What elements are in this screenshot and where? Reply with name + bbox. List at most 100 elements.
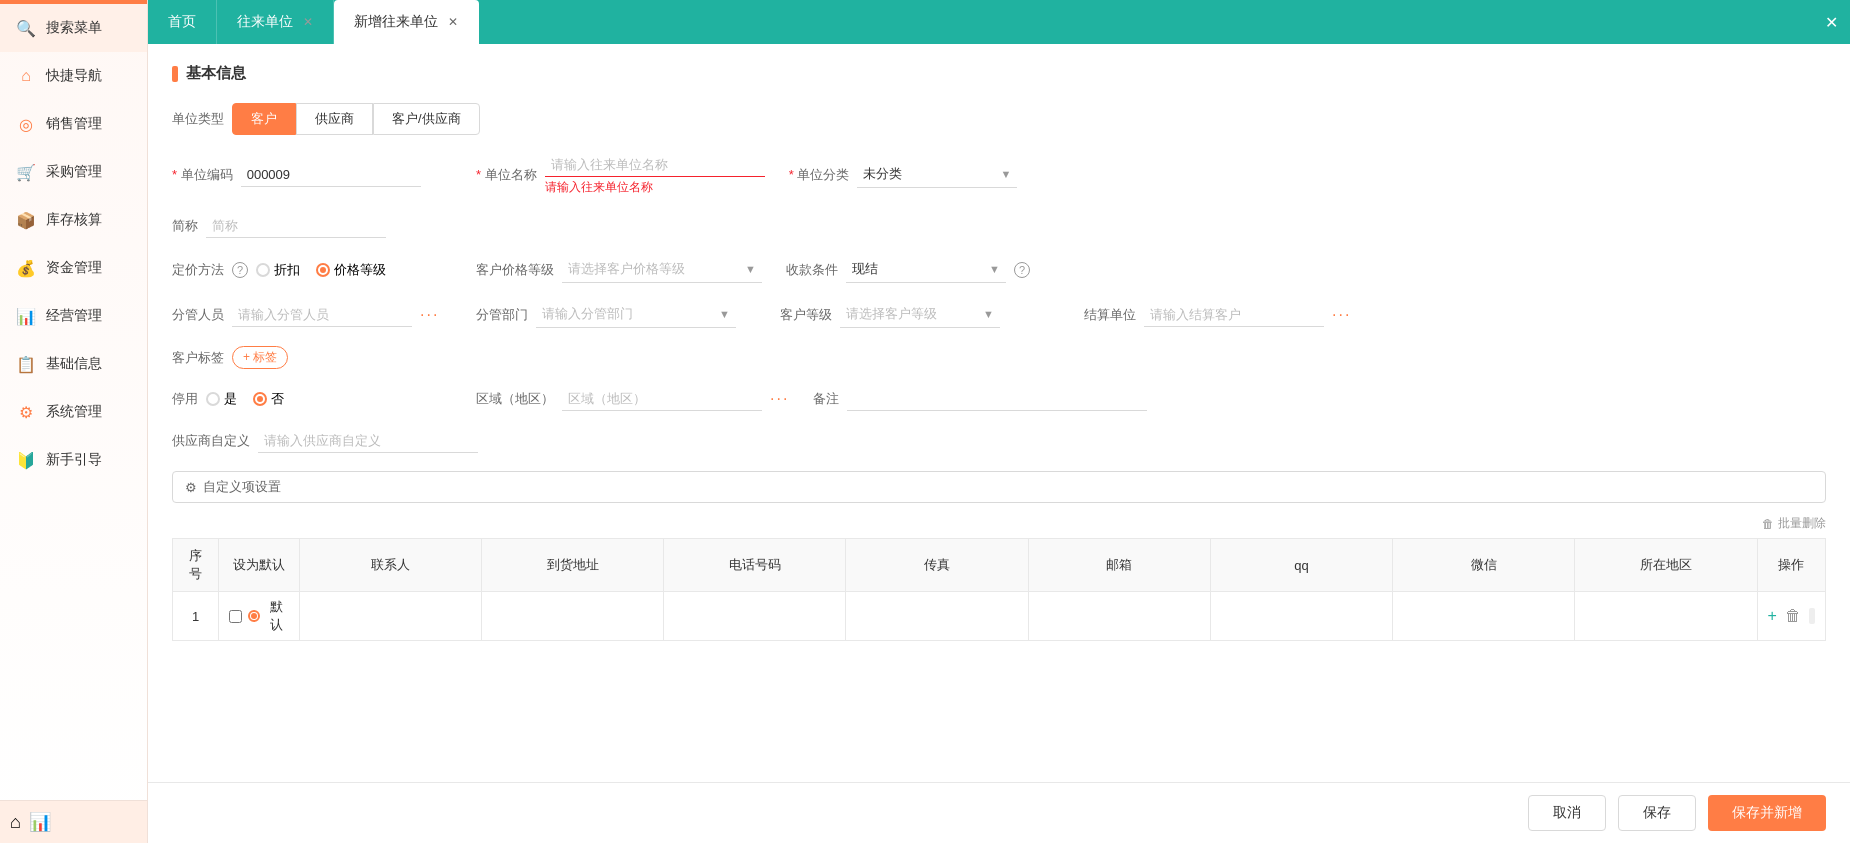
disabled-yes-radio[interactable]: 是 — [206, 390, 237, 408]
table-row: 1 默认 — [173, 592, 1826, 641]
disabled-row: 停用 是 否 区域（地区） ··· 备注 — [172, 387, 1826, 411]
sidebar-item-guide[interactable]: 🔰 新手引导 — [0, 436, 147, 484]
sidebar-item-quick-nav[interactable]: ⌂ 快捷导航 — [0, 52, 147, 100]
default-radio-cell[interactable]: 默认 — [248, 598, 288, 634]
sidebar-item-operations[interactable]: 📊 经营管理 — [0, 292, 147, 340]
cell-wechat[interactable] — [1393, 592, 1575, 641]
pricing-discount-circle — [256, 263, 270, 277]
unit-type-customer-btn[interactable]: 客户 — [232, 103, 296, 135]
manager-input[interactable] — [232, 303, 412, 327]
sidebar-item-purchase[interactable]: 🛒 采购管理 — [0, 148, 147, 196]
qq-input[interactable] — [1221, 609, 1382, 624]
sidebar-item-finance[interactable]: 💰 资金管理 — [0, 244, 147, 292]
delete-row-button[interactable]: 🗑 — [1785, 607, 1801, 625]
unit-category-select[interactable]: 未分类 ▼ — [857, 161, 1017, 188]
unit-category-value: 未分类 — [863, 165, 902, 183]
sidebar-bottom-bars: 📊 — [29, 811, 51, 833]
cell-contact[interactable] — [299, 592, 481, 641]
short-name-input[interactable] — [206, 214, 386, 238]
tab-new-partner[interactable]: 新增往来单位 ✕ — [334, 0, 479, 44]
department-select[interactable]: 请输入分管部门 ▼ — [536, 301, 736, 328]
unit-type-row: 单位类型 客户 供应商 客户/供应商 — [172, 103, 1826, 135]
close-all-button[interactable]: ✕ — [1825, 13, 1838, 32]
sidebar-item-basic-info[interactable]: 📋 基础信息 — [0, 340, 147, 388]
supplier-custom-row: 供应商自定义 — [172, 429, 1826, 453]
settlement-input[interactable] — [1144, 303, 1324, 327]
custom-settings-button[interactable]: ⚙ 自定义项设置 — [172, 471, 1826, 503]
sidebar-label-system: 系统管理 — [46, 403, 102, 421]
payment-terms-select[interactable]: 现结 ▼ — [846, 256, 1006, 283]
short-name-group: 简称 — [172, 214, 452, 238]
customer-price-select[interactable]: 请选择客户价格等级 ▼ — [562, 256, 762, 283]
disabled-yes-circle — [206, 392, 220, 406]
payment-terms-label: 收款条件 — [786, 261, 838, 279]
supplier-custom-input[interactable] — [258, 429, 478, 453]
disabled-no-radio[interactable]: 否 — [253, 390, 284, 408]
settlement-more-btn[interactable]: ··· — [1332, 306, 1351, 324]
cancel-button[interactable]: 取消 — [1528, 795, 1606, 831]
customer-level-placeholder: 请选择客户等级 — [846, 305, 937, 323]
unit-type-group-container: 单位类型 客户 供应商 客户/供应商 — [172, 103, 480, 135]
remark-input[interactable] — [847, 387, 1147, 411]
cell-phone[interactable] — [664, 592, 846, 641]
main-area: 首页 往来单位 ✕ 新增往来单位 ✕ ✕ 基本信息 单位类型 客户 供应商 客户… — [148, 0, 1850, 843]
cell-default: 默认 — [219, 592, 299, 641]
unit-code-input[interactable] — [241, 163, 421, 187]
cell-address[interactable] — [482, 592, 664, 641]
unit-name-input[interactable] — [545, 153, 765, 177]
email-input[interactable] — [1039, 609, 1200, 624]
customer-level-select[interactable]: 请选择客户等级 ▼ — [840, 301, 1000, 328]
pricing-help-icon[interactable]: ? — [232, 262, 248, 278]
department-arrow: ▼ — [719, 308, 730, 320]
cell-region[interactable] — [1575, 592, 1757, 641]
remark-label: 备注 — [813, 390, 839, 408]
pricing-level-radio[interactable]: 价格等级 — [316, 261, 386, 279]
fax-input[interactable] — [856, 609, 1017, 624]
save-and-new-button[interactable]: 保存并新增 — [1708, 795, 1826, 831]
cell-fax[interactable] — [846, 592, 1028, 641]
add-tag-button[interactable]: + 标签 — [232, 346, 288, 369]
address-input[interactable] — [492, 609, 653, 624]
customer-price-group: 客户价格等级 请选择客户价格等级 ▼ — [476, 256, 762, 283]
purchase-icon: 🛒 — [16, 162, 36, 182]
row-checkbox[interactable] — [229, 610, 242, 623]
supplier-custom-group: 供应商自定义 — [172, 429, 478, 453]
col-ops: 操作 — [1757, 539, 1825, 592]
contact-input[interactable] — [310, 609, 471, 624]
disabled-no-circle — [253, 392, 267, 406]
section-icon — [172, 66, 178, 82]
disabled-group: 停用 是 否 — [172, 390, 452, 408]
drag-handle[interactable] — [1809, 608, 1815, 624]
sidebar-item-sales[interactable]: ◎ 销售管理 — [0, 100, 147, 148]
quick-nav-icon: ⌂ — [16, 66, 36, 86]
sidebar-item-search[interactable]: 🔍 搜索菜单 — [0, 4, 147, 52]
tab-new-partner-close[interactable]: ✕ — [448, 15, 458, 29]
add-row-button[interactable]: + — [1768, 607, 1777, 625]
sidebar-item-inventory[interactable]: 📦 库存核算 — [0, 196, 147, 244]
tab-home-label: 首页 — [168, 13, 196, 31]
cell-qq[interactable] — [1210, 592, 1392, 641]
sidebar-item-system[interactable]: ⚙ 系统管理 — [0, 388, 147, 436]
pricing-discount-radio[interactable]: 折扣 — [256, 261, 300, 279]
payment-help-icon[interactable]: ? — [1014, 262, 1030, 278]
cell-email[interactable] — [1028, 592, 1210, 641]
tab-home[interactable]: 首页 — [148, 0, 217, 44]
disabled-no-label: 否 — [271, 390, 284, 408]
tab-partners[interactable]: 往来单位 ✕ — [217, 0, 334, 44]
customer-level-arrow: ▼ — [983, 308, 994, 320]
tab-partners-close[interactable]: ✕ — [303, 15, 313, 29]
unit-type-supplier-btn[interactable]: 供应商 — [296, 103, 373, 135]
phone-input[interactable] — [674, 609, 835, 624]
form-content: 基本信息 单位类型 客户 供应商 客户/供应商 单位编码 单位名称 — [148, 44, 1850, 782]
wechat-input[interactable] — [1403, 609, 1564, 624]
region-more-btn[interactable]: ··· — [770, 390, 789, 408]
unit-type-both-btn[interactable]: 客户/供应商 — [373, 103, 480, 135]
region-input[interactable] — [562, 387, 762, 411]
batch-delete-button[interactable]: 🗑 批量删除 — [1762, 515, 1826, 532]
manager-more-btn[interactable]: ··· — [420, 306, 439, 324]
sidebar-label-inventory: 库存核算 — [46, 211, 102, 229]
system-icon: ⚙ — [16, 402, 36, 422]
tag-row: 客户标签 + 标签 — [172, 346, 1826, 369]
row-region-input[interactable] — [1585, 609, 1746, 624]
save-button[interactable]: 保存 — [1618, 795, 1696, 831]
